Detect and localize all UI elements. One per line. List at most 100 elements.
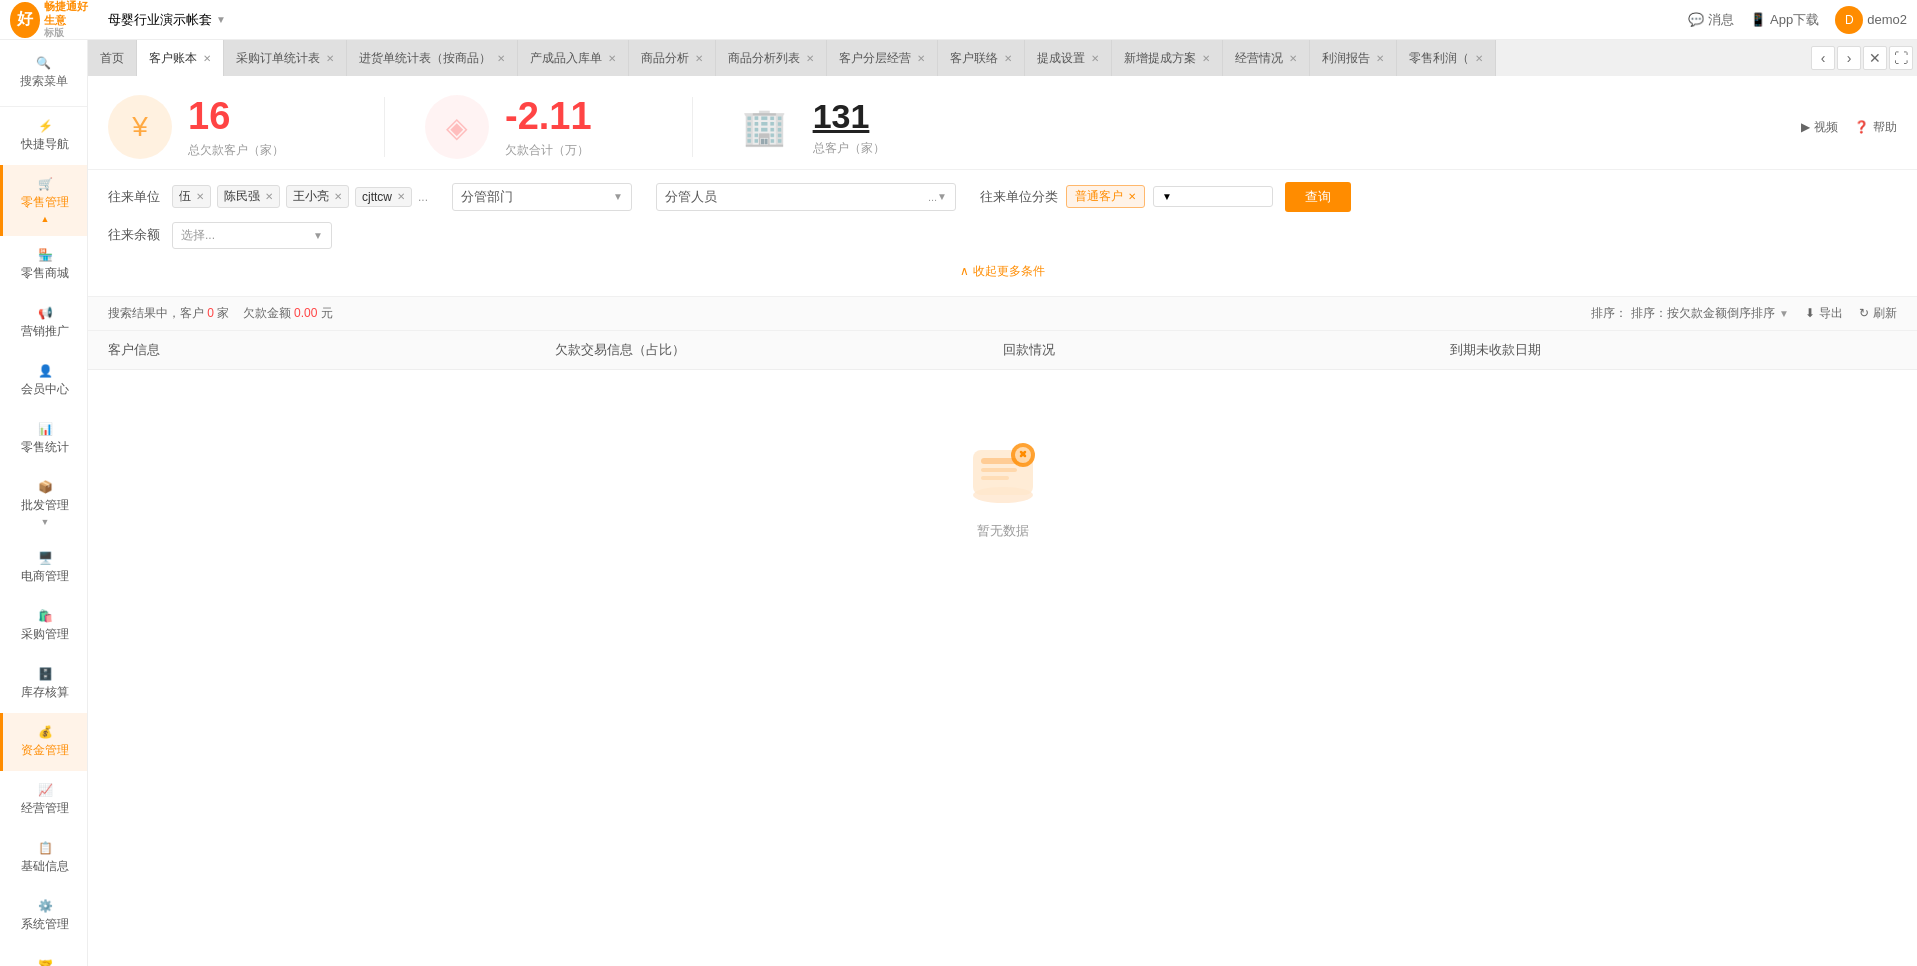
filter-tag-chen-close[interactable]: ✕ bbox=[265, 191, 273, 202]
tab-profit-report[interactable]: 利润报告 ✕ bbox=[1310, 40, 1397, 76]
tab-purchase-order[interactable]: 采购订单统计表 ✕ bbox=[224, 40, 347, 76]
sidebar-item-finance[interactable]: 💰 资金管理 bbox=[0, 713, 87, 771]
messages-button[interactable]: 💬 消息 bbox=[1688, 11, 1734, 29]
retail-mgmt-icon: 🛒 bbox=[38, 177, 53, 191]
filter-tag-cjttcw[interactable]: cjttcw ✕ bbox=[355, 187, 412, 207]
refresh-button[interactable]: ↻ 刷新 bbox=[1859, 305, 1897, 322]
tab-home[interactable]: 首页 bbox=[88, 40, 137, 76]
credit-customers-icon: ¥ bbox=[132, 111, 148, 143]
tab-close-all-button[interactable]: ✕ bbox=[1863, 46, 1887, 70]
sidebar-item-inventory[interactable]: 🗄️ 库存核算 bbox=[0, 655, 87, 713]
tab-customer-contact-close[interactable]: ✕ bbox=[1004, 53, 1012, 64]
sidebar-item-retail-stats[interactable]: 📊 零售统计 bbox=[0, 410, 87, 468]
tab-customer-book-close[interactable]: ✕ bbox=[203, 53, 211, 64]
tab-product-analysis[interactable]: 商品分析 ✕ bbox=[629, 40, 716, 76]
classify-filter-group: 往来单位分类 普通客户 ✕ ▼ bbox=[980, 185, 1273, 208]
sidebar-item-purchase[interactable]: 🛍️ 采购管理 bbox=[0, 597, 87, 655]
person-filter-more[interactable]: ... bbox=[928, 191, 937, 203]
collapse-button[interactable]: ∧ 收起更多条件 bbox=[108, 259, 1897, 284]
filter-tag-wang[interactable]: 王小亮 ✕ bbox=[286, 185, 349, 208]
operations-icon: 📈 bbox=[38, 783, 53, 797]
tab-new-promo-close[interactable]: ✕ bbox=[1202, 53, 1210, 64]
tab-stock-stats[interactable]: 进货单统计表（按商品） ✕ bbox=[347, 40, 518, 76]
stat-total-debt: ◈ -2.11 欠款合计（万） bbox=[425, 96, 652, 159]
tab-customer-segment[interactable]: 客户分层经营 ✕ bbox=[827, 40, 938, 76]
total-credit-customers-value: 16 bbox=[188, 96, 284, 138]
th-date-info: 到期未收款日期 bbox=[1450, 341, 1897, 359]
app-download-button[interactable]: 📱 App下载 bbox=[1750, 11, 1819, 29]
remainder-select-arrow-icon: ▼ bbox=[313, 230, 323, 241]
tab-customer-contact-label: 客户联络 bbox=[950, 50, 998, 67]
sidebar-item-member-center[interactable]: 👤 会员中心 bbox=[0, 352, 87, 410]
classify-dropdown[interactable]: ▼ bbox=[1153, 186, 1273, 207]
tab-product-analysis-list-close[interactable]: ✕ bbox=[806, 53, 814, 64]
video-help-button[interactable]: ▶ 视频 bbox=[1801, 119, 1838, 136]
tab-product-stock[interactable]: 产成品入库单 ✕ bbox=[518, 40, 629, 76]
inventory-label: 库存核算 bbox=[21, 684, 69, 701]
filter-tag-cjttcw-close[interactable]: ✕ bbox=[397, 191, 405, 202]
sidebar-item-operations[interactable]: 📈 经营管理 bbox=[0, 771, 87, 829]
total-customers-icon: 🏢 bbox=[742, 106, 787, 148]
collapse-up-icon: ∧ bbox=[960, 264, 969, 278]
sidebar-item-retail-mall[interactable]: 🏪 零售商城 bbox=[0, 236, 87, 294]
export-button[interactable]: ⬇ 导出 bbox=[1805, 305, 1843, 322]
dept-filter-select[interactable]: 分管部门 ▼ bbox=[452, 183, 632, 211]
query-button[interactable]: 查询 bbox=[1285, 182, 1351, 212]
sidebar-item-sys-mgmt[interactable]: ⚙️ 系统管理 bbox=[0, 887, 87, 945]
tab-customer-contact[interactable]: 客户联络 ✕ bbox=[938, 40, 1025, 76]
version-selector[interactable]: 母婴行业演示帐套 ▼ bbox=[98, 11, 1688, 29]
sidebar-item-retail-mgmt[interactable]: 🛒 零售管理 ▲ bbox=[0, 165, 87, 236]
classify-tag-close[interactable]: ✕ bbox=[1128, 191, 1136, 202]
filter-tag-chen[interactable]: 陈民强 ✕ bbox=[217, 185, 280, 208]
version-label: 母婴行业演示帐套 bbox=[108, 11, 212, 29]
tab-customer-segment-close[interactable]: ✕ bbox=[917, 53, 925, 64]
sidebar-item-basic-info[interactable]: 📋 基础信息 bbox=[0, 829, 87, 887]
filter-row-1: 往来单位 伍 ✕ 陈民强 ✕ 王小亮 bbox=[108, 182, 1897, 212]
tab-home-label: 首页 bbox=[100, 50, 124, 67]
tab-customer-book-label: 客户账本 bbox=[149, 50, 197, 67]
sidebar-item-quick-nav[interactable]: ⚡ 快捷导航 bbox=[0, 107, 87, 165]
help-button[interactable]: ❓ 帮助 bbox=[1854, 119, 1897, 136]
tab-operation-status[interactable]: 经营情况 ✕ bbox=[1223, 40, 1310, 76]
sidebar-item-batch-mgmt[interactable]: 📦 批发管理 ▼ bbox=[0, 468, 87, 539]
tab-product-analysis-list[interactable]: 商品分析列表 ✕ bbox=[716, 40, 827, 76]
tab-retail-profit-close[interactable]: ✕ bbox=[1475, 53, 1483, 64]
tab-product-stock-close[interactable]: ✕ bbox=[608, 53, 616, 64]
filter-tag-wu-close[interactable]: ✕ bbox=[196, 191, 204, 202]
table-header: 客户信息 欠款交易信息（占比） 回款情况 到期未收款日期 bbox=[88, 331, 1917, 370]
remainder-filter-select[interactable]: 选择... ▼ bbox=[172, 222, 332, 249]
tab-operation-status-close[interactable]: ✕ bbox=[1289, 53, 1297, 64]
tab-purchase-order-close[interactable]: ✕ bbox=[326, 53, 334, 64]
quick-nav-icon: ⚡ bbox=[38, 119, 53, 133]
person-filter-select[interactable]: 分管人员 ... ▼ bbox=[656, 183, 956, 211]
tab-scroll-left-button[interactable]: ‹ bbox=[1811, 46, 1835, 70]
tab-stock-stats-label: 进货单统计表（按商品） bbox=[359, 50, 491, 67]
sidebar-item-marketing[interactable]: 📢 营销推广 bbox=[0, 294, 87, 352]
tab-maximize-button[interactable]: ⛶ bbox=[1889, 46, 1913, 70]
filter-tag-wang-close[interactable]: ✕ bbox=[334, 191, 342, 202]
tab-retail-profit[interactable]: 零售利润（ ✕ bbox=[1397, 40, 1496, 76]
debt-unit: 元 bbox=[321, 306, 333, 320]
tab-scroll-right-button[interactable]: › bbox=[1837, 46, 1861, 70]
tab-promo-settings[interactable]: 提成设置 ✕ bbox=[1025, 40, 1112, 76]
user-profile-button[interactable]: D demo2 bbox=[1835, 6, 1907, 34]
sys-mgmt-label: 系统管理 bbox=[21, 916, 69, 933]
ecommerce-icon: 🖥️ bbox=[38, 551, 53, 565]
tab-product-analysis-close[interactable]: ✕ bbox=[695, 53, 703, 64]
dept-select-arrow-icon: ▼ bbox=[613, 191, 623, 202]
sidebar-item-ecommerce[interactable]: 🖥️ 电商管理 bbox=[0, 539, 87, 597]
tab-new-promo[interactable]: 新增提成方案 ✕ bbox=[1112, 40, 1223, 76]
classify-filter-tag[interactable]: 普通客户 ✕ bbox=[1066, 185, 1145, 208]
sidebar-item-enterprise[interactable]: 🤝 企业协同 bbox=[0, 945, 87, 966]
filter-tag-wu[interactable]: 伍 ✕ bbox=[172, 185, 211, 208]
tab-profit-report-close[interactable]: ✕ bbox=[1376, 53, 1384, 64]
filter-tags-more[interactable]: ... bbox=[418, 190, 428, 204]
tab-customer-book[interactable]: 客户账本 ✕ bbox=[137, 40, 224, 76]
search-menu-button[interactable]: 🔍 搜索菜单 bbox=[0, 50, 87, 96]
sort-selector[interactable]: 排序： 排序：按欠款金额倒序排序 ▼ bbox=[1591, 305, 1789, 322]
tab-stock-stats-close[interactable]: ✕ bbox=[497, 53, 505, 64]
sort-label-text: 排序： bbox=[1591, 305, 1627, 322]
tab-promo-settings-close[interactable]: ✕ bbox=[1091, 53, 1099, 64]
enterprise-icon: 🤝 bbox=[38, 957, 53, 966]
collapse-row: ∧ 收起更多条件 bbox=[108, 259, 1897, 284]
